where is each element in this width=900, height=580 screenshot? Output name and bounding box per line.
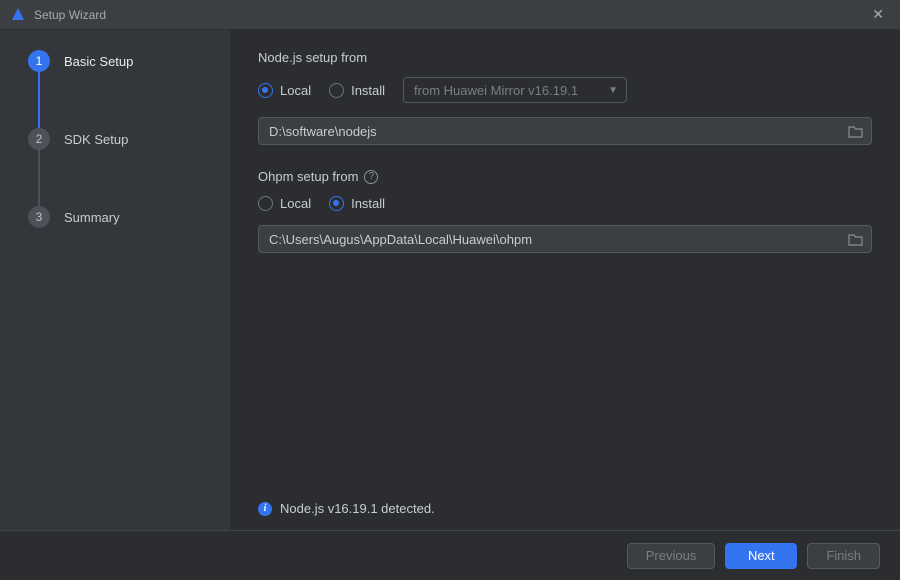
sidebar-step-summary[interactable]: 3 Summary bbox=[28, 206, 230, 228]
radio-label: Local bbox=[280, 83, 311, 98]
nodejs-path-input[interactable] bbox=[269, 124, 840, 139]
sidebar-step-sdk-setup[interactable]: 2 SDK Setup bbox=[28, 128, 230, 150]
nodejs-radio-group: Local Install from Huawei Mirror v16.19.… bbox=[258, 77, 872, 103]
step-number: 3 bbox=[28, 206, 50, 228]
step-connector bbox=[38, 72, 40, 128]
ohpm-radio-group: Local Install bbox=[258, 196, 872, 211]
ohpm-install-radio[interactable]: Install bbox=[329, 196, 385, 211]
step-label: Basic Setup bbox=[64, 54, 133, 69]
next-button[interactable]: Next bbox=[725, 543, 797, 569]
info-icon: i bbox=[258, 502, 272, 516]
sidebar-step-basic-setup[interactable]: 1 Basic Setup bbox=[28, 50, 230, 72]
browse-folder-icon[interactable] bbox=[840, 125, 863, 138]
radio-label: Install bbox=[351, 83, 385, 98]
ohpm-title-text: Ohpm setup from bbox=[258, 169, 358, 184]
finish-button[interactable]: Finish bbox=[807, 543, 880, 569]
ohpm-section-title: Ohpm setup from ? bbox=[258, 169, 872, 184]
ohpm-path-input[interactable] bbox=[269, 232, 840, 247]
radio-icon bbox=[258, 83, 273, 98]
main-area: 1 Basic Setup 2 SDK Setup 3 Summary Node… bbox=[0, 30, 900, 530]
wizard-sidebar: 1 Basic Setup 2 SDK Setup 3 Summary bbox=[0, 30, 230, 530]
status-message: Node.js v16.19.1 detected. bbox=[280, 501, 435, 516]
radio-icon bbox=[329, 196, 344, 211]
step-number: 2 bbox=[28, 128, 50, 150]
nodejs-section-title: Node.js setup from bbox=[258, 50, 872, 65]
step-number: 1 bbox=[28, 50, 50, 72]
previous-button[interactable]: Previous bbox=[627, 543, 716, 569]
wizard-footer: Previous Next Finish bbox=[0, 530, 900, 580]
step-label: Summary bbox=[64, 210, 120, 225]
status-bar: i Node.js v16.19.1 detected. bbox=[258, 501, 435, 516]
nodejs-install-radio[interactable]: Install bbox=[329, 83, 385, 98]
app-logo-icon bbox=[10, 7, 26, 23]
nodejs-path-row bbox=[258, 117, 872, 145]
ohpm-path-row bbox=[258, 225, 872, 253]
nodejs-mirror-dropdown[interactable]: from Huawei Mirror v16.19.1 ▼ bbox=[403, 77, 627, 103]
nodejs-local-radio[interactable]: Local bbox=[258, 83, 311, 98]
browse-folder-icon[interactable] bbox=[840, 233, 863, 246]
wizard-content: Node.js setup from Local Install from Hu… bbox=[230, 30, 900, 530]
help-icon[interactable]: ? bbox=[364, 170, 378, 184]
step-label: SDK Setup bbox=[64, 132, 128, 147]
radio-icon bbox=[258, 196, 273, 211]
window-title: Setup Wizard bbox=[34, 8, 866, 22]
ohpm-local-radio[interactable]: Local bbox=[258, 196, 311, 211]
radio-label: Install bbox=[351, 196, 385, 211]
radio-icon bbox=[329, 83, 344, 98]
dropdown-value: from Huawei Mirror v16.19.1 bbox=[414, 83, 578, 98]
close-icon[interactable]: ✕ bbox=[866, 2, 890, 27]
step-connector bbox=[38, 150, 40, 206]
chevron-down-icon: ▼ bbox=[608, 85, 618, 96]
titlebar: Setup Wizard ✕ bbox=[0, 0, 900, 30]
radio-label: Local bbox=[280, 196, 311, 211]
